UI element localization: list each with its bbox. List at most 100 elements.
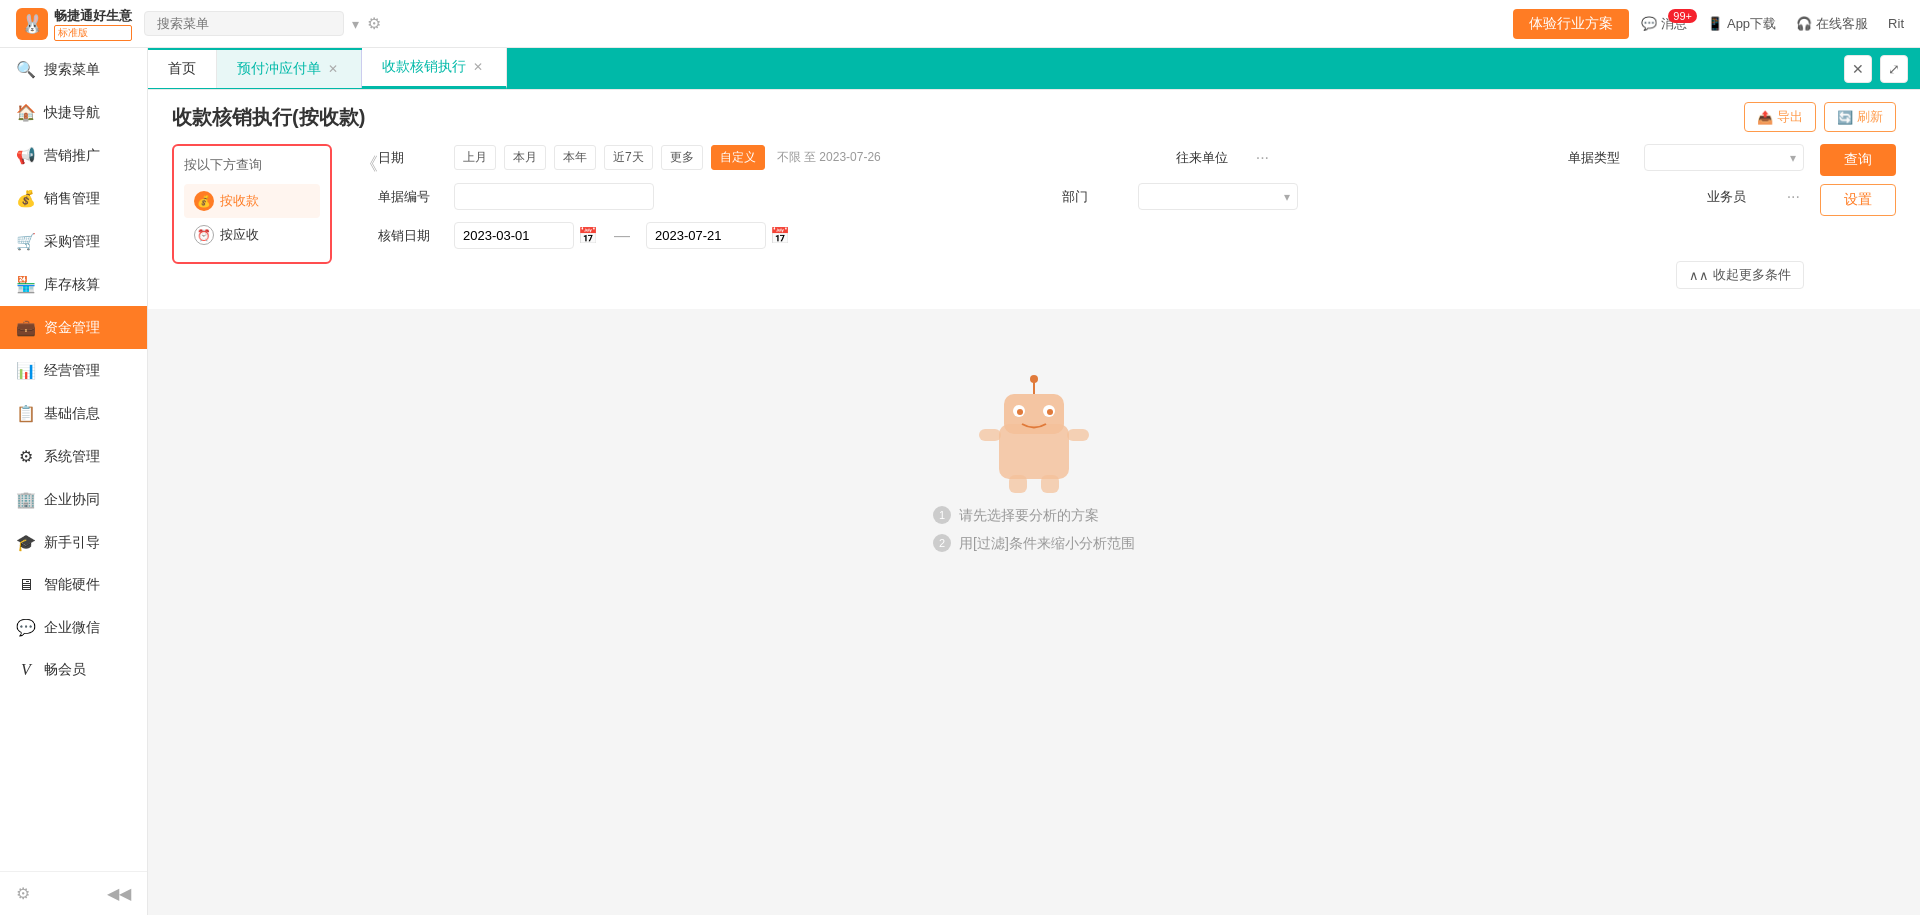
writeoff-date-to-group: 📅 <box>646 222 790 249</box>
svg-point-4 <box>1017 409 1023 415</box>
export-button[interactable]: 📤 导出 <box>1744 102 1816 132</box>
counterpart-label: 往来单位 <box>1176 149 1236 167</box>
search-dropdown-icon[interactable]: ▾ <box>352 16 359 32</box>
empty-robot-illustration <box>974 369 1094 489</box>
tab-prepay-match[interactable]: 预付冲应付单 ✕ <box>217 50 362 88</box>
svg-point-7 <box>1030 375 1038 383</box>
sidebar-item-quick-nav[interactable]: 🏠 快捷导航 <box>0 91 147 134</box>
sidebar-item-corp[interactable]: 🏢 企业协同 <box>0 478 147 521</box>
sidebar-label-search-menu: 搜索菜单 <box>44 61 100 79</box>
sidebar-item-sales[interactable]: 💰 销售管理 <box>0 177 147 220</box>
tab-expand-btn[interactable]: ⤢ <box>1880 55 1908 83</box>
filter-option-by-receivable[interactable]: ⏰ 按应收 <box>184 218 320 252</box>
tab-home[interactable]: 首页 <box>148 50 217 88</box>
filter-right: 日期 上月 本月 本年 近7天 更多 自定义 不限 至 2023-07-26 <box>378 144 1896 297</box>
finance-icon: 💼 <box>16 318 36 337</box>
sidebar-item-member[interactable]: V 畅会员 <box>0 649 147 691</box>
top-search-area: ▾ ⚙ <box>144 11 1501 36</box>
settings-icon[interactable]: ⚙ <box>367 14 381 33</box>
staff-ellipsis[interactable]: ··· <box>1783 188 1804 206</box>
dept-select[interactable] <box>1138 183 1298 210</box>
hint-num-1: 1 <box>933 506 951 524</box>
sidebar-item-system[interactable]: ⚙ 系统管理 <box>0 435 147 478</box>
date-btn-custom[interactable]: 自定义 <box>711 145 765 170</box>
page-title: 收款核销执行(按收款) <box>172 104 365 131</box>
query-button[interactable]: 查询 <box>1820 144 1896 176</box>
date-btn-7days[interactable]: 近7天 <box>604 145 653 170</box>
writeoff-date-from-cal[interactable]: 📅 <box>578 226 598 245</box>
filter-left-panel: 按以下方查询 💰 按收款 ⏰ 按应收 <box>172 144 332 264</box>
sidebar-item-hardware[interactable]: 🖥 智能硬件 <box>0 564 147 606</box>
sidebar-label-member: 畅会员 <box>44 661 86 679</box>
tab-receipt-writeoff[interactable]: 收款核销执行 ✕ <box>362 48 507 89</box>
sidebar-item-purchase[interactable]: 🛒 采购管理 <box>0 220 147 263</box>
dept-select-wrapper <box>1138 183 1298 210</box>
top-bar: 🐰 畅捷通好生意 标准版 ▾ ⚙ 体验行业方案 💬 消息 99+ 📱 App下载… <box>0 0 1920 48</box>
empty-hints: 1 请先选择要分析的方案 2 用[过滤]条件来缩小分析范围 <box>933 501 1135 557</box>
by-receipt-icon: 💰 <box>194 191 214 211</box>
panel-collapse-btn[interactable]: 《 <box>356 144 378 176</box>
date-btn-last-month[interactable]: 上月 <box>454 145 496 170</box>
tab-home-label: 首页 <box>168 60 196 78</box>
collapse-more-btn[interactable]: ∧∧ 收起更多条件 <box>1676 261 1804 289</box>
sidebar-item-inventory[interactable]: 🏪 库存核算 <box>0 263 147 306</box>
sidebar-item-guide[interactable]: 🎓 新手引导 <box>0 521 147 564</box>
refresh-button[interactable]: 🔄 刷新 <box>1824 102 1896 132</box>
message-btn[interactable]: 💬 消息 99+ <box>1641 15 1687 33</box>
counterpart-ellipsis[interactable]: ··· <box>1252 149 1273 167</box>
writeoff-date-to-cal[interactable]: 📅 <box>770 226 790 245</box>
sidebar-item-finance[interactable]: 💼 资金管理 <box>0 306 147 349</box>
date-btn-this-year[interactable]: 本年 <box>554 145 596 170</box>
member-icon: V <box>16 661 36 679</box>
marketing-icon: 📢 <box>16 146 36 165</box>
sidebar-item-search-menu[interactable]: 🔍 搜索菜单 <box>0 48 147 91</box>
hardware-icon: 🖥 <box>16 576 36 594</box>
top-actions: 💬 消息 99+ 📱 App下载 🎧 在线客服 Rit <box>1641 15 1904 33</box>
empty-state: 1 请先选择要分析的方案 2 用[过滤]条件来缩小分析范围 <box>148 369 1920 557</box>
main-content: 首页 预付冲应付单 ✕ 收款核销执行 ✕ ✕ ⤢ 收款核销执行(按收款) <box>148 48 1920 915</box>
by-receivable-label: 按应收 <box>220 226 259 244</box>
filter-option-by-receipt[interactable]: 💰 按收款 <box>184 184 320 218</box>
export-icon: 📤 <box>1757 110 1773 125</box>
tab-prepay-match-close[interactable]: ✕ <box>325 61 341 77</box>
filter-row-date: 日期 上月 本月 本年 近7天 更多 自定义 不限 至 2023-07-26 <box>378 144 1804 171</box>
sidebar-label-hardware: 智能硬件 <box>44 576 100 594</box>
tab-close-btn[interactable]: ✕ <box>1844 55 1872 83</box>
date-btn-this-month[interactable]: 本月 <box>504 145 546 170</box>
sidebar-collapse-icon[interactable]: ◀◀ <box>107 884 131 903</box>
inventory-icon: 🏪 <box>16 275 36 294</box>
download-icon: 📱 <box>1707 16 1723 31</box>
sidebar-item-wechat[interactable]: 💬 企业微信 <box>0 606 147 649</box>
sidebar-settings-icon[interactable]: ⚙ <box>16 884 30 903</box>
app-download-btn[interactable]: 📱 App下载 <box>1707 15 1776 33</box>
filter-rows-group: 日期 上月 本月 本年 近7天 更多 自定义 不限 至 2023-07-26 <box>378 144 1804 297</box>
docno-input[interactable] <box>454 183 654 210</box>
page-actions: 📤 导出 🔄 刷新 <box>1744 102 1896 132</box>
tab-receipt-writeoff-close[interactable]: ✕ <box>470 59 486 75</box>
sidebar-item-marketing[interactable]: 📢 营销推广 <box>0 134 147 177</box>
online-service-btn[interactable]: 🎧 在线客服 <box>1796 15 1868 33</box>
doc-type-select[interactable] <box>1644 144 1804 171</box>
sidebar-label-finance: 资金管理 <box>44 319 100 337</box>
industry-btn[interactable]: 体验行业方案 <box>1513 9 1629 39</box>
empty-hint-1: 请先选择要分析的方案 <box>959 501 1099 529</box>
sidebar-label-quick-nav: 快捷导航 <box>44 104 100 122</box>
user-avatar[interactable]: Rit <box>1888 16 1904 31</box>
sidebar-item-operation[interactable]: 📊 经营管理 <box>0 349 147 392</box>
sidebar-item-basic-info[interactable]: 📋 基础信息 <box>0 392 147 435</box>
sidebar-label-corp: 企业协同 <box>44 491 100 509</box>
writeoff-date-label: 核销日期 <box>378 227 438 245</box>
date-separator: — <box>614 227 630 245</box>
writeoff-date-from[interactable] <box>454 222 574 249</box>
sidebar-label-basic-info: 基础信息 <box>44 405 100 423</box>
setting-button[interactable]: 设置 <box>1820 184 1896 216</box>
sidebar-label-operation: 经营管理 <box>44 362 100 380</box>
sales-icon: 💰 <box>16 189 36 208</box>
date-btn-more[interactable]: 更多 <box>661 145 703 170</box>
search-input[interactable] <box>144 11 344 36</box>
writeoff-date-to[interactable] <box>646 222 766 249</box>
svg-point-5 <box>1047 409 1053 415</box>
basic-info-icon: 📋 <box>16 404 36 423</box>
doc-type-select-wrapper <box>1644 144 1804 171</box>
tab-prepay-match-label: 预付冲应付单 <box>237 60 321 78</box>
